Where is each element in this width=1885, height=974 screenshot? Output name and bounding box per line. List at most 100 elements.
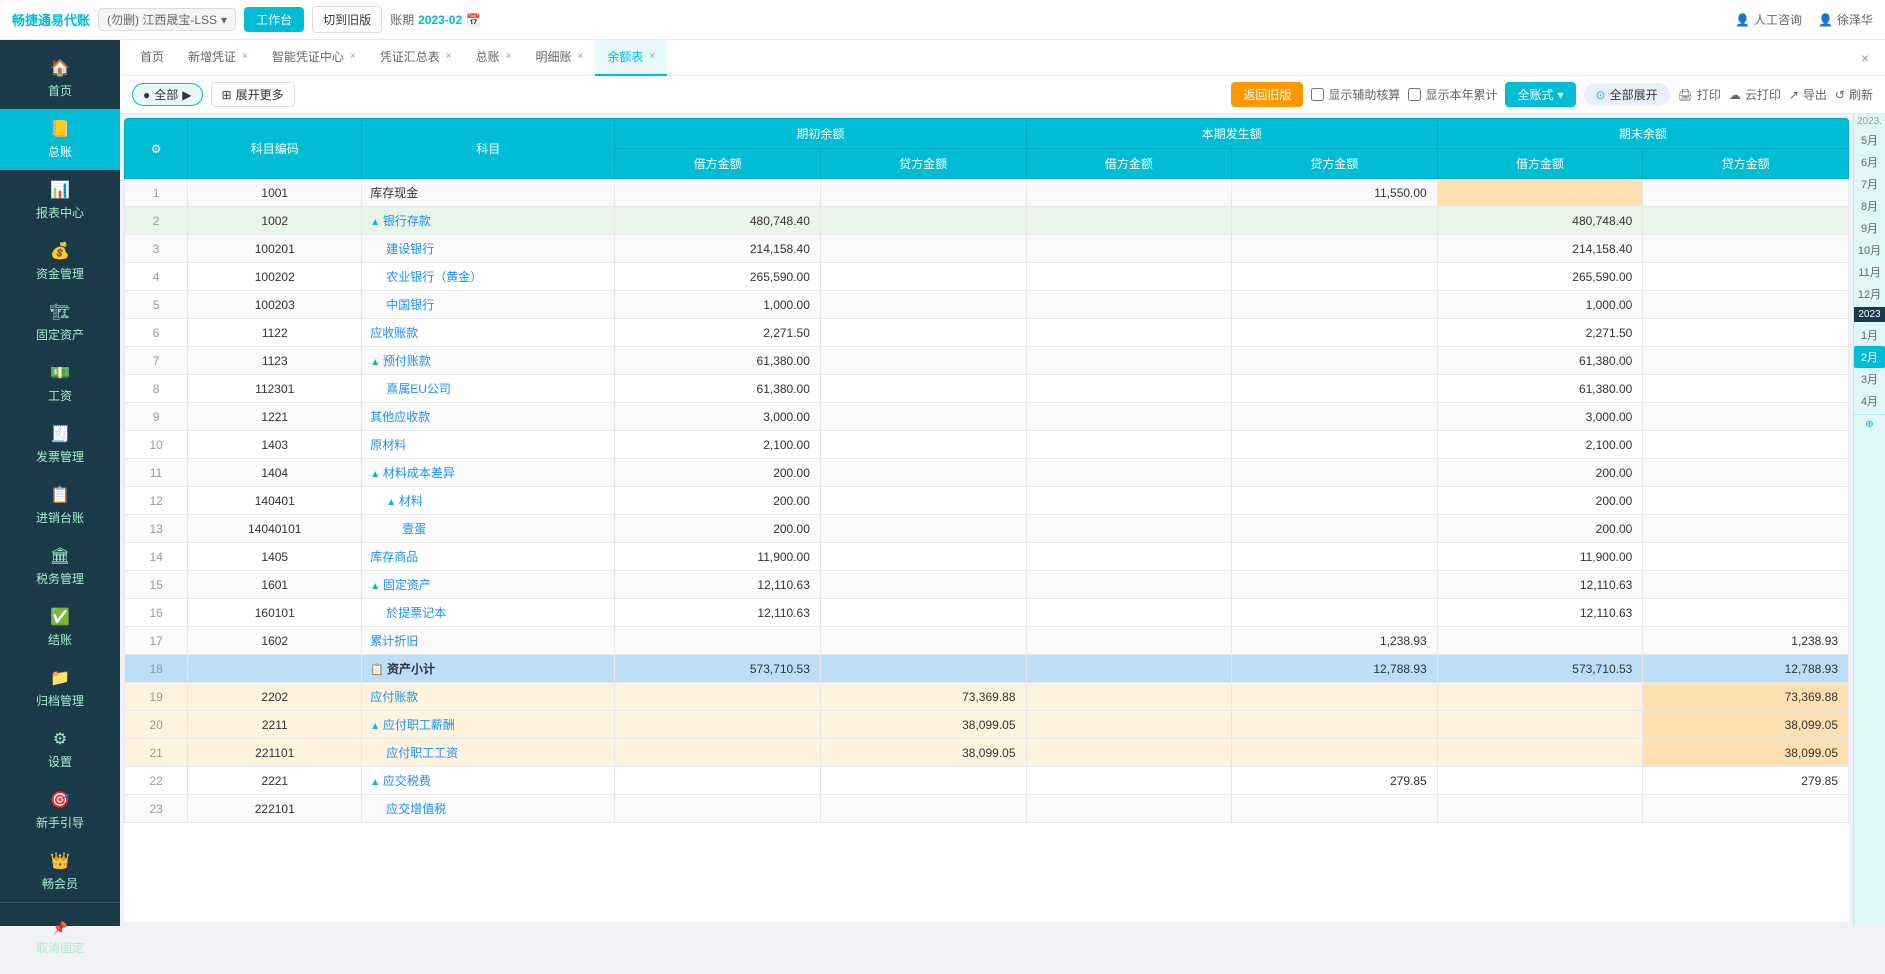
- account-name-link[interactable]: 其他应收款: [370, 410, 430, 424]
- month-8[interactable]: 8月: [1854, 195, 1885, 217]
- account-name-link[interactable]: 应付账款: [370, 690, 418, 704]
- user-avatar[interactable]: 👤 徐泽华: [1818, 11, 1873, 28]
- sidebar-item-invoice[interactable]: 🧾 发票管理: [0, 414, 120, 475]
- ytd-checkbox-input[interactable]: [1408, 88, 1421, 101]
- sidebar-item-funds[interactable]: 💰 资金管理: [0, 231, 120, 292]
- account-name-link[interactable]: 银行存款: [383, 214, 431, 228]
- row-name[interactable]: 应付职工工资: [362, 739, 615, 767]
- account-name-link[interactable]: 原材料: [370, 438, 406, 452]
- month-7[interactable]: 7月: [1854, 173, 1885, 195]
- expand-arrow-icon[interactable]: ▲: [370, 581, 383, 592]
- account-name-link[interactable]: 固定资产: [383, 578, 431, 592]
- account-name-link[interactable]: 材料成本差异: [383, 466, 455, 480]
- tab-close-detail-ledger[interactable]: ×: [577, 51, 583, 62]
- tab-new-voucher[interactable]: 新增凭证 ×: [176, 40, 260, 76]
- account-name-link[interactable]: 於提票记本: [386, 606, 446, 620]
- account-name-link[interactable]: 累计折旧: [370, 634, 418, 648]
- export-button[interactable]: ↗ 导出: [1789, 86, 1827, 103]
- tab-home[interactable]: 首页: [128, 40, 176, 76]
- unpin-button[interactable]: 📌 取消固定: [0, 911, 120, 966]
- row-name[interactable]: 熹属EU公司: [362, 375, 615, 403]
- tab-balance-sheet[interactable]: 余额表 ×: [595, 40, 667, 76]
- sidebar-item-payroll[interactable]: 💵 工资: [0, 353, 120, 414]
- account-name-link[interactable]: 预付账款: [383, 354, 431, 368]
- close-all-tabs[interactable]: ×: [1853, 50, 1877, 66]
- show-ytd-checkbox[interactable]: 显示本年累计: [1408, 86, 1497, 103]
- row-name[interactable]: ▲ 应付职工薪酬: [362, 711, 615, 739]
- month-11[interactable]: 11月: [1854, 261, 1885, 283]
- tab-close-balance-sheet[interactable]: ×: [649, 51, 655, 62]
- tab-general-ledger[interactable]: 总账 ×: [464, 40, 524, 76]
- panel-expand-button[interactable]: ⊕: [1863, 417, 1875, 432]
- sidebar-item-assets[interactable]: 🏗 固定资产: [0, 292, 120, 353]
- row-name[interactable]: 建设银行: [362, 235, 615, 263]
- month-4[interactable]: 4月: [1854, 390, 1885, 412]
- switch-button[interactable]: 切到旧版: [312, 6, 382, 33]
- row-name[interactable]: 中国银行: [362, 291, 615, 319]
- calendar-icon[interactable]: 📅: [466, 13, 481, 27]
- sidebar-item-member[interactable]: 👑 畅会员: [0, 841, 120, 902]
- row-name[interactable]: ▲ 应交税费: [362, 767, 615, 795]
- panel-year-label-2023[interactable]: 2023: [1854, 307, 1885, 322]
- row-name[interactable]: 其他应收款: [362, 403, 615, 431]
- tab-close-general-ledger[interactable]: ×: [506, 51, 512, 62]
- row-name[interactable]: 原材料: [362, 431, 615, 459]
- auxiliary-checkbox-input[interactable]: [1311, 88, 1324, 101]
- row-name[interactable]: ▲ 银行存款: [362, 207, 615, 235]
- account-name-link[interactable]: 应付职工工资: [386, 746, 458, 760]
- account-name-link[interactable]: 应付职工薪酬: [383, 718, 455, 732]
- expand-arrow-icon[interactable]: ▲: [370, 777, 383, 788]
- row-name[interactable]: 农业银行（黄金）: [362, 263, 615, 291]
- cloud-print-button[interactable]: ☁ 云打印: [1729, 86, 1781, 103]
- expand-arrow-icon[interactable]: ▲: [386, 497, 399, 508]
- month-1[interactable]: 1月: [1854, 324, 1885, 346]
- account-name-link[interactable]: 库存商品: [370, 550, 418, 564]
- refresh-button[interactable]: ↺ 刷新: [1835, 86, 1873, 103]
- format-button[interactable]: 全账式 ▾: [1505, 82, 1575, 107]
- company-selector[interactable]: (勿删) 江西晟宝-LSS ▾: [98, 8, 236, 31]
- account-name-link[interactable]: 建设银行: [386, 242, 434, 256]
- row-name[interactable]: 库存商品: [362, 543, 615, 571]
- month-2-active[interactable]: 2月: [1854, 346, 1885, 368]
- row-name[interactable]: 应交增值税: [362, 795, 615, 823]
- account-name-link[interactable]: 材料: [399, 494, 423, 508]
- account-name-link[interactable]: 农业银行（黄金）: [386, 270, 482, 284]
- tab-smart-voucher[interactable]: 智能凭证中心 ×: [260, 40, 368, 76]
- sidebar-item-reports[interactable]: 📊 报表中心: [0, 170, 120, 231]
- month-9[interactable]: 9月: [1854, 217, 1885, 239]
- month-12[interactable]: 12月: [1854, 283, 1885, 305]
- account-name-link[interactable]: 中国银行: [386, 298, 434, 312]
- row-name[interactable]: 於提票记本: [362, 599, 615, 627]
- expand-arrow-icon[interactable]: ▲: [370, 469, 383, 480]
- sidebar-item-purchase-sales[interactable]: 📋 进销台账: [0, 475, 120, 536]
- account-name-link[interactable]: 应交增值税: [386, 802, 446, 816]
- sidebar-item-archive[interactable]: 📁 归档管理: [0, 658, 120, 719]
- settings-gear-icon[interactable]: ⚙: [151, 142, 162, 156]
- account-name-link[interactable]: 熹属EU公司: [386, 382, 451, 396]
- account-name-link[interactable]: 应收账款: [370, 326, 418, 340]
- row-name[interactable]: 应付账款: [362, 683, 615, 711]
- expand-arrow-icon[interactable]: ▲: [370, 357, 383, 368]
- tab-close-smart-voucher[interactable]: ×: [350, 51, 356, 62]
- row-name[interactable]: ▲ 材料成本差异: [362, 459, 615, 487]
- row-name[interactable]: ▲ 预付账款: [362, 347, 615, 375]
- expand-arrow-icon[interactable]: ▲: [370, 217, 383, 228]
- sidebar-item-guide[interactable]: 🎯 新手引导: [0, 780, 120, 841]
- tab-voucher-summary[interactable]: 凭证汇总表 ×: [368, 40, 464, 76]
- expand-arrow-icon[interactable]: ▲: [370, 721, 383, 732]
- sidebar-item-home[interactable]: 🏠 首页: [0, 48, 120, 109]
- tab-close-voucher-summary[interactable]: ×: [446, 51, 452, 62]
- account-name-link[interactable]: 应交税费: [383, 774, 431, 788]
- account-name-link[interactable]: 壹蛋: [402, 522, 426, 536]
- sidebar-item-tax[interactable]: 🏛 税务管理: [0, 536, 120, 597]
- workbench-button[interactable]: 工作台: [244, 7, 304, 32]
- tab-detail-ledger[interactable]: 明细账 ×: [523, 40, 595, 76]
- return-old-version-button[interactable]: 返回旧版: [1231, 82, 1303, 107]
- month-5[interactable]: 5月: [1854, 129, 1885, 151]
- row-name[interactable]: 累计折旧: [362, 627, 615, 655]
- sidebar-item-ledger[interactable]: 📒 总账: [0, 109, 120, 170]
- filter-all-button[interactable]: ● 全部 ▶: [132, 83, 203, 106]
- month-6[interactable]: 6月: [1854, 151, 1885, 173]
- print-button[interactable]: 🖨 打印: [1678, 86, 1721, 103]
- expand-more-button[interactable]: ⊞ 展开更多: [211, 82, 295, 107]
